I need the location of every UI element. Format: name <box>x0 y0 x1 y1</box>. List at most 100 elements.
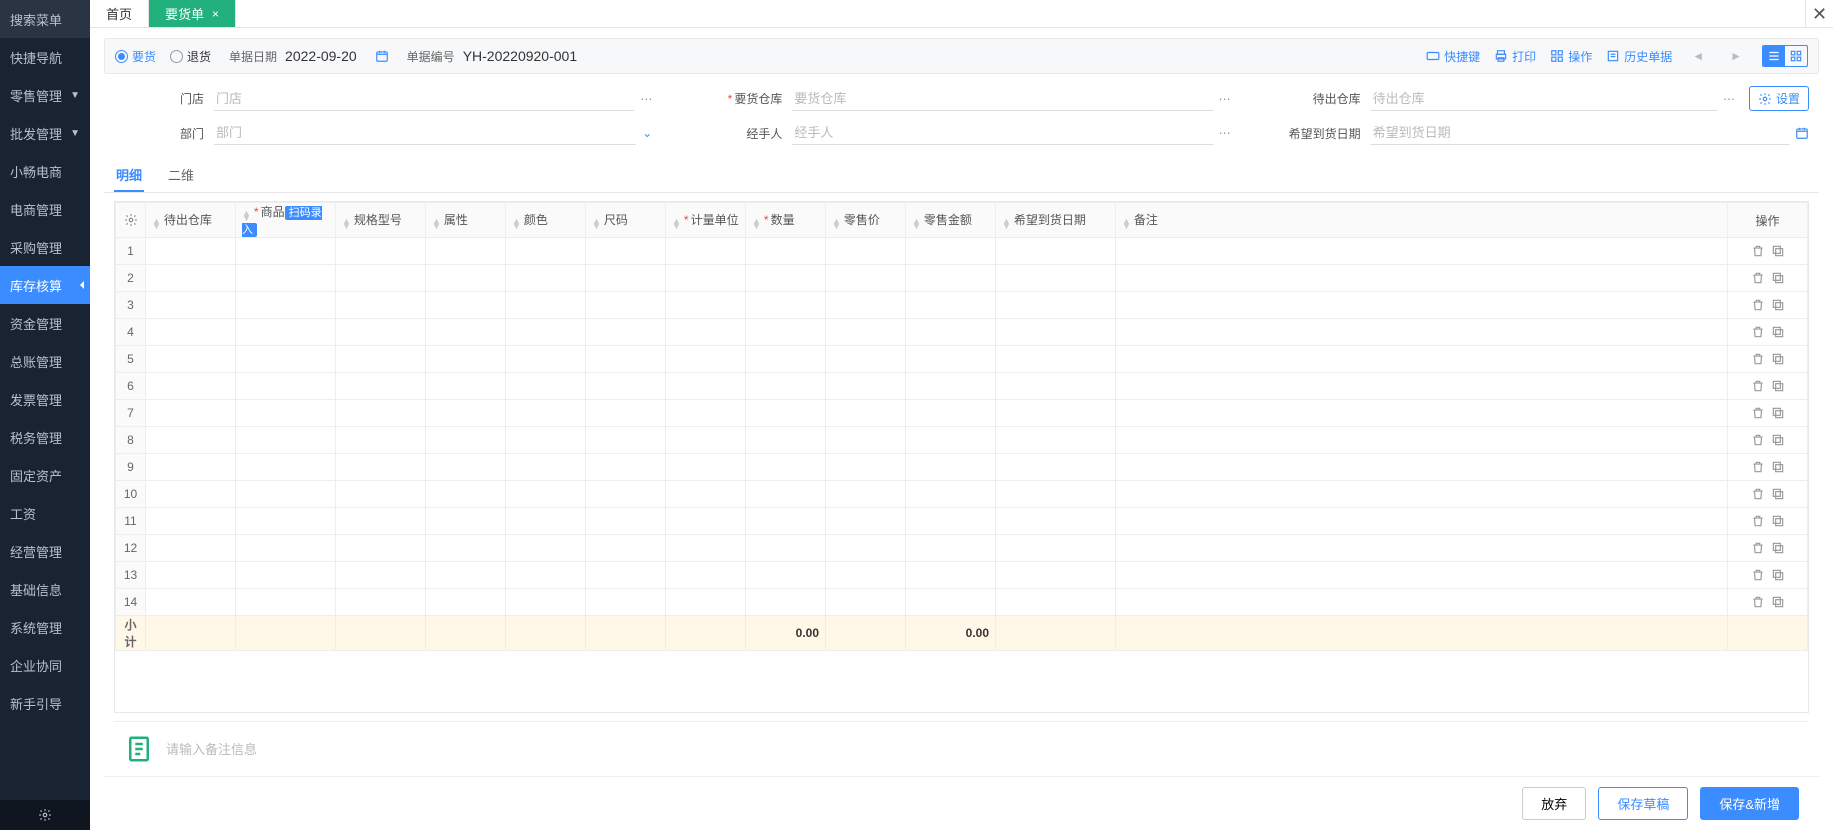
cell[interactable] <box>426 454 506 481</box>
cell[interactable] <box>826 265 906 292</box>
cell[interactable] <box>746 238 826 265</box>
more-icon[interactable]: ⋯ <box>1219 126 1231 140</box>
cell[interactable] <box>826 589 906 616</box>
th-gear[interactable] <box>116 203 146 238</box>
cell[interactable] <box>996 562 1116 589</box>
cell[interactable] <box>826 535 906 562</box>
copy-icon[interactable] <box>1771 460 1785 474</box>
cell[interactable] <box>746 292 826 319</box>
cell[interactable] <box>906 319 996 346</box>
delete-icon[interactable] <box>1751 568 1765 582</box>
detail-table-wrap[interactable]: ▲▼待出仓库 ▲▼*商品扫码录入 ▲▼规格型号 ▲▼属性 ▲▼颜色 ▲▼尺码 ▲… <box>114 201 1809 713</box>
cell[interactable] <box>426 319 506 346</box>
table-row[interactable]: 14 <box>116 589 1808 616</box>
cell[interactable] <box>336 265 426 292</box>
cell[interactable] <box>336 454 426 481</box>
cell[interactable] <box>146 508 236 535</box>
delete-icon[interactable] <box>1751 244 1765 258</box>
cell[interactable] <box>1116 238 1728 265</box>
cell[interactable] <box>996 319 1116 346</box>
cell[interactable] <box>586 562 666 589</box>
copy-icon[interactable] <box>1771 298 1785 312</box>
save-new-button[interactable]: 保存&新增 <box>1700 787 1799 820</box>
cell[interactable] <box>1116 562 1728 589</box>
cell[interactable] <box>826 373 906 400</box>
cell[interactable] <box>146 319 236 346</box>
cell[interactable] <box>336 535 426 562</box>
th-spec[interactable]: ▲▼规格型号 <box>336 203 426 238</box>
tab-detail[interactable]: 明细 <box>114 159 144 192</box>
cell[interactable] <box>236 481 336 508</box>
sidebar-item-7[interactable]: 库存核算 <box>0 266 90 304</box>
copy-icon[interactable] <box>1771 406 1785 420</box>
shortcut-link[interactable]: 快捷键 <box>1426 48 1480 65</box>
cell[interactable] <box>506 508 586 535</box>
cell[interactable] <box>666 508 746 535</box>
tab-0[interactable]: 首页 <box>90 0 149 27</box>
cell[interactable] <box>996 535 1116 562</box>
cell[interactable] <box>236 508 336 535</box>
cell[interactable] <box>826 562 906 589</box>
copy-icon[interactable] <box>1771 271 1785 285</box>
cell[interactable] <box>146 589 236 616</box>
cell[interactable] <box>426 508 506 535</box>
cell[interactable] <box>426 589 506 616</box>
more-icon[interactable]: ⋯ <box>640 92 652 106</box>
th-product[interactable]: ▲▼*商品扫码录入 <box>236 203 336 238</box>
cell[interactable] <box>336 481 426 508</box>
copy-icon[interactable] <box>1771 595 1785 609</box>
cell[interactable] <box>426 238 506 265</box>
radio-request[interactable]: 要货 <box>115 48 156 65</box>
cell[interactable] <box>586 427 666 454</box>
cell[interactable] <box>1116 481 1728 508</box>
handler-input[interactable] <box>792 121 1212 145</box>
delete-icon[interactable] <box>1751 352 1765 366</box>
cell[interactable] <box>666 562 746 589</box>
cell[interactable] <box>906 373 996 400</box>
store-input[interactable] <box>214 87 634 111</box>
copy-icon[interactable] <box>1771 487 1785 501</box>
table-row[interactable]: 4 <box>116 319 1808 346</box>
cell[interactable] <box>506 400 586 427</box>
th-size[interactable]: ▲▼尺码 <box>586 203 666 238</box>
cell[interactable] <box>746 373 826 400</box>
cell[interactable] <box>666 400 746 427</box>
cell[interactable] <box>906 400 996 427</box>
copy-icon[interactable] <box>1771 514 1785 528</box>
sidebar-item-18[interactable]: 新手引导 <box>0 684 90 722</box>
copy-icon[interactable] <box>1771 541 1785 555</box>
cell[interactable] <box>586 373 666 400</box>
view-list[interactable] <box>1763 46 1785 66</box>
cell[interactable] <box>236 400 336 427</box>
sidebar-item-10[interactable]: 发票管理 <box>0 380 90 418</box>
cell[interactable] <box>426 562 506 589</box>
cell[interactable] <box>586 454 666 481</box>
sidebar-item-8[interactable]: 资金管理 <box>0 304 90 342</box>
cell[interactable] <box>506 292 586 319</box>
table-row[interactable]: 9 <box>116 454 1808 481</box>
cell[interactable] <box>336 373 426 400</box>
close-icon[interactable]: × <box>212 7 219 21</box>
req-wh-input[interactable] <box>792 87 1212 111</box>
cell[interactable] <box>336 589 426 616</box>
out-wh-input[interactable] <box>1371 87 1717 111</box>
cell[interactable] <box>1116 535 1728 562</box>
sidebar-item-12[interactable]: 固定资产 <box>0 456 90 494</box>
cell[interactable] <box>906 589 996 616</box>
cell[interactable] <box>666 265 746 292</box>
cell[interactable] <box>996 265 1116 292</box>
cell[interactable] <box>146 427 236 454</box>
prev-document[interactable]: ◄ <box>1686 49 1710 63</box>
table-row[interactable]: 13 <box>116 562 1808 589</box>
cell[interactable] <box>586 238 666 265</box>
expect-date-input[interactable] <box>1371 121 1789 145</box>
cell[interactable] <box>236 238 336 265</box>
table-row[interactable]: 3 <box>116 292 1808 319</box>
cell[interactable] <box>146 481 236 508</box>
cell[interactable] <box>336 292 426 319</box>
sidebar-item-3[interactable]: 批发管理▼ <box>0 114 90 152</box>
cell[interactable] <box>336 562 426 589</box>
cell[interactable] <box>746 589 826 616</box>
cell[interactable] <box>826 454 906 481</box>
cell[interactable] <box>236 373 336 400</box>
